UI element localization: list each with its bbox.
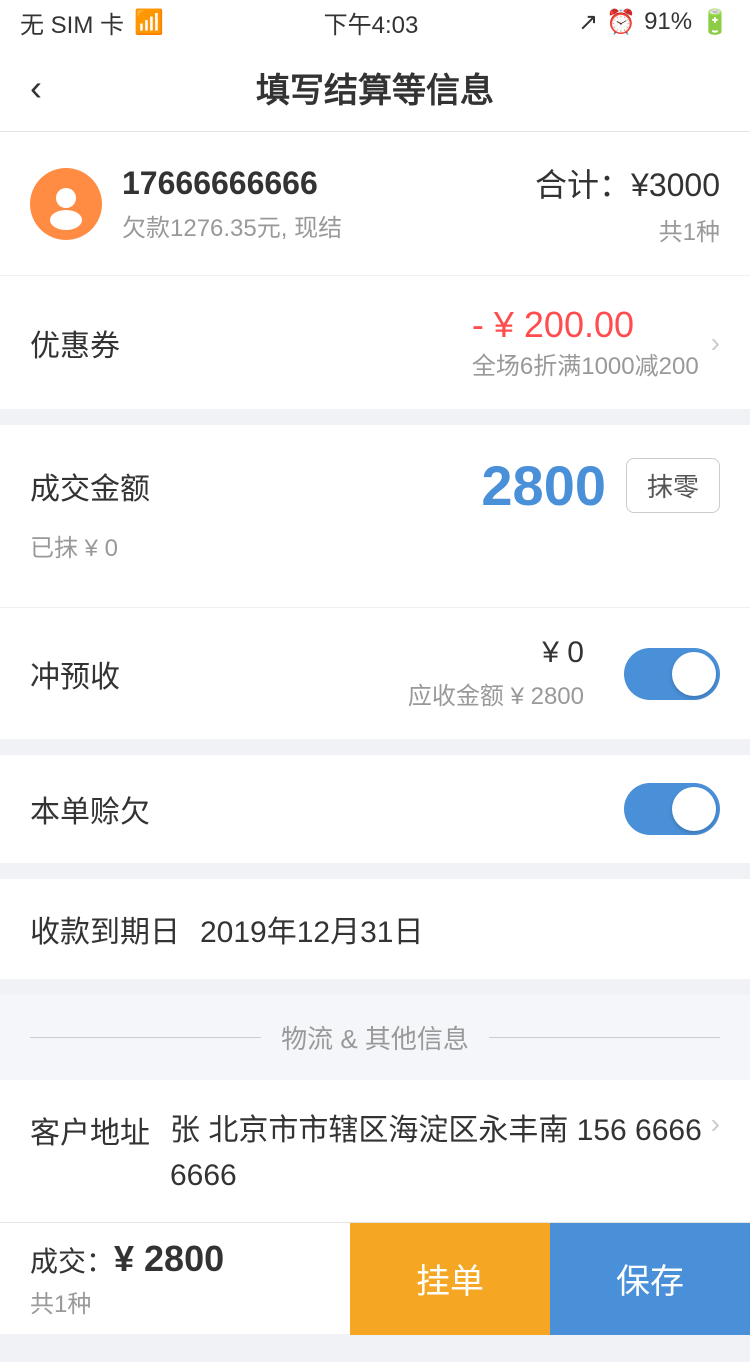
chong-toggle[interactable] xyxy=(624,648,720,700)
total-amount: 合计：¥3000 xyxy=(535,160,720,206)
deal-amount-label: 成交金额 xyxy=(30,464,150,508)
divider-line-right xyxy=(489,1037,720,1038)
divider-line-left xyxy=(30,1037,261,1038)
coupon-discount: - ¥ 200.00 xyxy=(472,304,699,346)
bottom-deal-row: 成交：¥ 2800 xyxy=(30,1238,320,1280)
back-button[interactable]: ‹ xyxy=(30,67,42,109)
bottom-deal-label: 成交： xyxy=(30,1246,114,1277)
chevron-right-icon: › xyxy=(711,327,720,359)
round-button[interactable]: 抹零 xyxy=(626,458,720,513)
bottom-count: 共1种 xyxy=(30,1284,320,1319)
customer-phone: 17666666666 xyxy=(122,165,535,202)
chong-right-group: ¥ 0 应收金额 ¥ 2800 xyxy=(408,636,720,711)
page-title: 填写结算等信息 xyxy=(256,63,494,112)
logistics-text: 物流 & 其他信息 xyxy=(281,1019,469,1056)
total-value: ¥3000 xyxy=(631,167,720,203)
location-icon: ↗ xyxy=(578,8,598,37)
deal-amount-value: 2800 xyxy=(481,453,606,518)
chong-value: ¥ 0 xyxy=(542,636,584,670)
alarm-icon: ⏰ xyxy=(606,8,636,37)
coupon-row[interactable]: 优惠券 - ¥ 200.00 全场6折满1000减200 › xyxy=(0,275,750,409)
content: 17666666666 欠款1276.35元, 现结 合计：¥3000 共1种 … xyxy=(0,132,750,1362)
coupon-right: - ¥ 200.00 全场6折满1000减200 › xyxy=(472,304,720,381)
bendanqueian-row: 本单赊欠 xyxy=(0,755,750,863)
customer-debt: 欠款1276.35元, 现结 xyxy=(122,208,535,243)
address-chevron-icon: › xyxy=(711,1108,720,1140)
deal-amount-section: 成交金额 2800 抹零 已抹 ¥ 0 冲预收 ¥ 0 应收金额 ¥ 2800 xyxy=(0,425,750,739)
status-bar: 无 SIM 卡 📶 下午4:03 ↗ ⏰ 91% 🔋 xyxy=(0,0,750,44)
total-count: 共1种 xyxy=(535,212,720,247)
hang-button[interactable]: 挂单 xyxy=(350,1223,550,1335)
chong-values: ¥ 0 应收金额 ¥ 2800 xyxy=(408,636,584,711)
total-label: 合计： xyxy=(535,167,631,203)
customer-total: 合计：¥3000 共1种 xyxy=(535,160,720,247)
chong-row: 冲预收 ¥ 0 应收金额 ¥ 2800 xyxy=(0,607,750,739)
payment-date-label: 收款到期日 xyxy=(30,907,180,951)
wifi-icon: 📶 xyxy=(134,8,164,37)
battery-icon: 🔋 xyxy=(700,8,730,37)
avatar xyxy=(30,168,102,240)
bendanqueian-label: 本单赊欠 xyxy=(30,787,150,831)
coupon-label: 优惠券 xyxy=(30,321,120,365)
chong-sub: 应收金额 ¥ 2800 xyxy=(408,676,584,711)
coupon-description: 全场6折满1000减200 xyxy=(472,346,699,381)
address-value: 张 北京市市辖区海淀区永丰南 156 6666 6666 xyxy=(170,1108,711,1198)
deal-row: 成交金额 2800 抹零 xyxy=(30,453,720,518)
toggle-knob xyxy=(672,652,716,696)
deal-amount-group: 2800 抹零 xyxy=(481,453,720,518)
deal-section-inner: 成交金额 2800 抹零 已抹 ¥ 0 xyxy=(0,425,750,591)
status-right: ↗ ⏰ 91% 🔋 xyxy=(578,8,730,37)
payment-date-row: 收款到期日 2019年12月31日 xyxy=(0,879,750,979)
payment-date-value: 2019年12月31日 xyxy=(200,907,423,951)
bottom-bar: 成交：¥ 2800 共1种 挂单 保存 xyxy=(0,1222,750,1334)
logistics-divider: 物流 & 其他信息 xyxy=(0,995,750,1080)
chong-label: 冲预收 xyxy=(30,652,120,696)
bendanqueian-toggle[interactable] xyxy=(624,783,720,835)
customer-info: 17666666666 欠款1276.35元, 现结 xyxy=(122,165,535,243)
bottom-deal-amount: ¥ 2800 xyxy=(114,1238,224,1279)
save-button[interactable]: 保存 xyxy=(550,1223,750,1335)
deal-sub-text: 已抹 ¥ 0 xyxy=(30,528,720,563)
address-label: 客户地址 xyxy=(30,1108,150,1152)
toggle-knob-2 xyxy=(672,787,716,831)
battery-label: 91% xyxy=(644,8,692,36)
bottom-summary: 成交：¥ 2800 共1种 xyxy=(0,1238,350,1319)
nav-bar: ‹ 填写结算等信息 xyxy=(0,44,750,132)
customer-row: 17666666666 欠款1276.35元, 现结 合计：¥3000 共1种 xyxy=(0,132,750,275)
customer-card: 17666666666 欠款1276.35元, 现结 合计：¥3000 共1种 … xyxy=(0,132,750,409)
status-left: 无 SIM 卡 📶 xyxy=(20,5,164,40)
address-row[interactable]: 客户地址 张 北京市市辖区海淀区永丰南 156 6666 6666 › xyxy=(0,1080,750,1226)
carrier-label: 无 SIM 卡 xyxy=(20,5,124,40)
status-time: 下午4:03 xyxy=(324,5,419,40)
